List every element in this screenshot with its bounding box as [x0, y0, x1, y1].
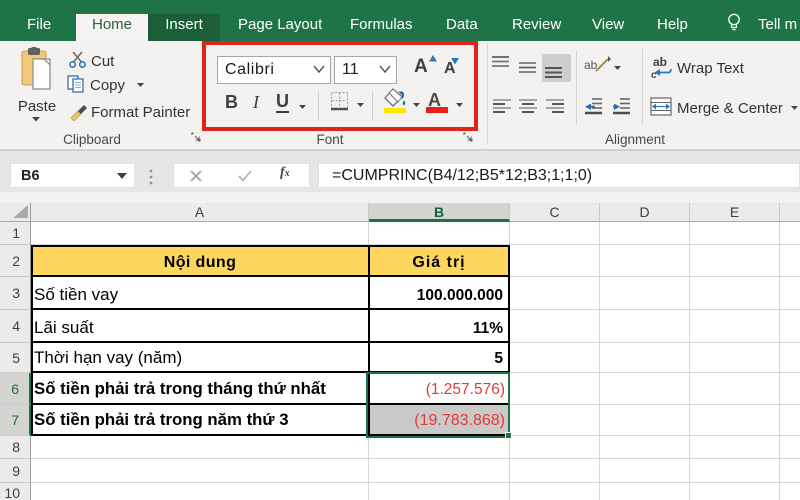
svg-text:c: c — [651, 70, 657, 79]
svg-text:ab: ab — [653, 56, 667, 69]
